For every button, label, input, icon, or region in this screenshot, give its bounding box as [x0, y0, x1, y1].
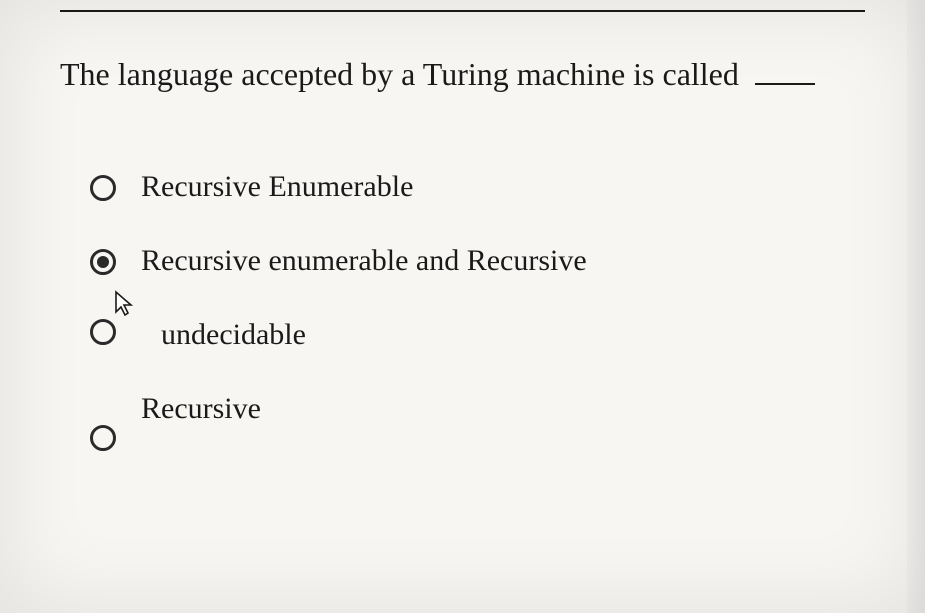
radio-selected-icon[interactable] — [90, 249, 116, 275]
option-row-4[interactable]: Recursive — [90, 389, 865, 451]
option-label: undecidable — [161, 315, 306, 354]
question-page: The language accepted by a Turing machin… — [0, 0, 925, 526]
question-content: The language accepted by a Turing machin… — [60, 56, 739, 92]
question-text: The language accepted by a Turing machin… — [60, 52, 865, 97]
horizontal-divider — [60, 10, 865, 12]
radio-unselected-icon[interactable] — [90, 175, 116, 201]
option-label: Recursive — [141, 389, 261, 428]
radio-unselected-icon[interactable] — [90, 425, 116, 451]
option-label: Recursive Enumerable — [141, 167, 413, 206]
radio-unselected-icon[interactable] — [90, 319, 116, 345]
fill-blank-line — [755, 83, 815, 85]
option-row-1[interactable]: Recursive Enumerable — [90, 167, 865, 206]
option-label: Recursive enumerable and Recursive — [141, 241, 587, 280]
options-list: Recursive Enumerable Recursive enumerabl… — [60, 167, 865, 451]
option-row-2[interactable]: Recursive enumerable and Recursive — [90, 241, 865, 280]
mouse-cursor-icon — [113, 290, 135, 318]
page-right-edge — [907, 0, 925, 613]
option-row-3[interactable]: undecidable — [90, 315, 865, 354]
